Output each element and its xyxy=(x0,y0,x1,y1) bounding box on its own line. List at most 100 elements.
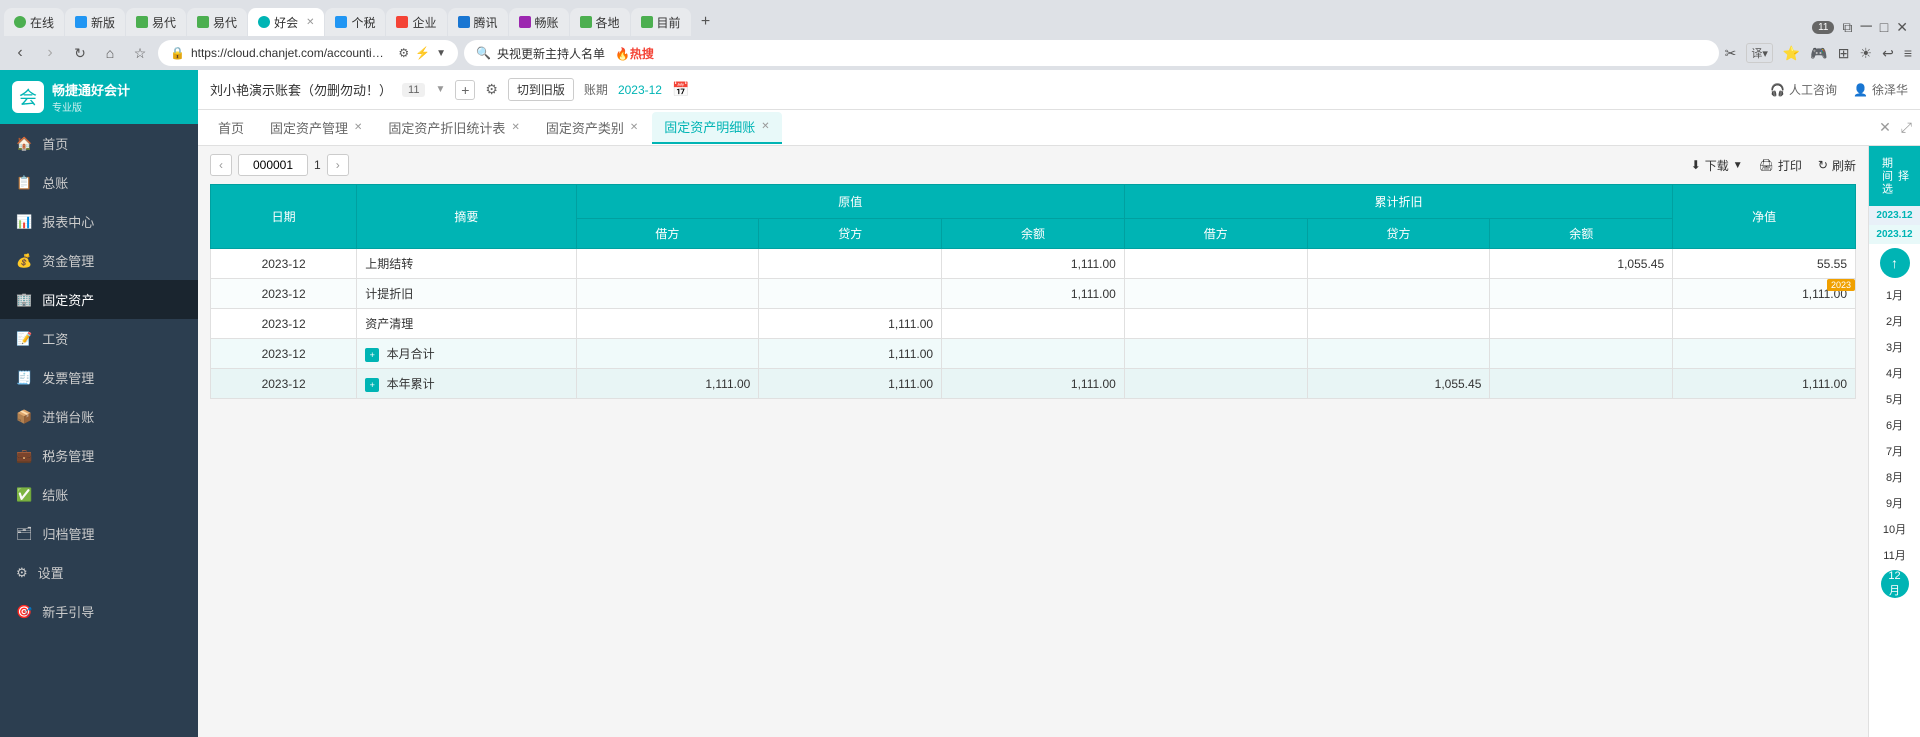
sidebar-item-home[interactable]: 🏠 首页 xyxy=(0,124,198,163)
game-icon[interactable]: 🎮 xyxy=(1810,45,1827,62)
period-sidebar: 期间选择 2023.12 2023.12 ↑ 1月 2月 3月 xyxy=(1868,146,1920,737)
cell-accum-debit-5 xyxy=(1124,369,1307,399)
browser-tab-yidai2[interactable]: 易代 xyxy=(187,8,247,36)
browser-tab-tencent[interactable]: 腾讯 xyxy=(448,8,508,36)
browser-tab-active[interactable]: 好会 ✕ xyxy=(248,8,324,36)
sidebar-item-purchase-sales[interactable]: 📦 进销台账 xyxy=(0,397,198,436)
browser-tab-muqian[interactable]: 目前 xyxy=(631,8,691,36)
tab-close-active[interactable]: ✕ xyxy=(306,17,314,28)
period-month-3[interactable]: 3月 xyxy=(1869,334,1920,360)
page-number-input[interactable] xyxy=(238,154,308,176)
account-dropdown-icon[interactable]: ▼ xyxy=(435,84,445,95)
scroll-top-btn[interactable]: ↑ xyxy=(1880,248,1910,278)
browser-tab-new[interactable]: 新版 xyxy=(65,8,125,36)
brightness-icon[interactable]: ☀ xyxy=(1860,45,1873,62)
refresh-content-btn[interactable]: ↻ 刷新 xyxy=(1818,157,1856,174)
bookmark-btn[interactable]: ☆ xyxy=(128,41,152,65)
cell-summary-4: + 本月合计 xyxy=(357,339,576,369)
period-month-5[interactable]: 5月 xyxy=(1869,386,1920,412)
sidebar-item-settings[interactable]: ⚙ 设置 xyxy=(0,553,198,592)
account-settings-icon[interactable]: ⚙ xyxy=(485,81,498,98)
browser-tab-tax[interactable]: 个税 xyxy=(325,8,385,36)
period-month-7[interactable]: 7月 xyxy=(1869,438,1920,464)
content-toolbar: ‹ 1 › ⬇ 下载 ▼ 🖨 打印 xyxy=(210,154,1856,176)
add-account-btn[interactable]: + xyxy=(455,80,475,100)
cell-summary-2: 计提折旧 xyxy=(357,279,576,309)
search-bar[interactable]: 🔍 央视更新主持人名单 🔥热搜 xyxy=(464,40,1719,66)
cell-orig-balance-4 xyxy=(942,339,1125,369)
address-bar: ‹ › ↻ ⌂ ☆ 🔒 https://cloud.chanjet.com/ac… xyxy=(0,36,1920,70)
cell-orig-credit-1 xyxy=(759,249,942,279)
cell-orig-balance-2: 1,111.00 xyxy=(942,279,1125,309)
refresh-nav-btn[interactable]: ↻ xyxy=(68,41,92,65)
download-btn[interactable]: ⬇ 下载 ▼ xyxy=(1691,157,1743,174)
sidebar-item-fixed-assets[interactable]: 🏢 固定资产 xyxy=(0,280,198,319)
tab-depreciation-stats[interactable]: 固定资产折旧统计表 ✕ xyxy=(376,112,531,144)
undo-icon[interactable]: ↩ xyxy=(1882,45,1894,62)
print-btn[interactable]: 🖨 打印 xyxy=(1759,157,1802,174)
period-year-display: 2023.12 xyxy=(1869,225,1920,244)
period-month-9[interactable]: 9月 xyxy=(1869,490,1920,516)
period-month-6[interactable]: 6月 xyxy=(1869,412,1920,438)
cell-orig-debit-3 xyxy=(576,309,759,339)
restore-window-icon[interactable]: ⧉ xyxy=(1842,19,1852,36)
sidebar-item-archive[interactable]: 🗂 归档管理 xyxy=(0,514,198,553)
prev-page-btn[interactable]: ‹ xyxy=(210,154,232,176)
close-tab-category[interactable]: ✕ xyxy=(630,122,638,133)
minimize-btn[interactable]: ─ xyxy=(1860,18,1871,36)
star-icon[interactable]: ⭐ xyxy=(1783,45,1800,62)
cell-net-value-2: 1,111.00 2023 xyxy=(1673,279,1856,309)
content-wrapper: ‹ 1 › ⬇ 下载 ▼ 🖨 打印 xyxy=(198,146,1920,737)
forward-btn[interactable]: › xyxy=(38,41,62,65)
new-tab-btn[interactable]: + xyxy=(692,8,720,36)
period-month-2[interactable]: 2月 xyxy=(1869,308,1920,334)
close-btn[interactable]: ✕ xyxy=(1896,19,1908,36)
user-menu[interactable]: 👤 徐泽华 xyxy=(1853,81,1908,98)
home-btn[interactable]: ⌂ xyxy=(98,41,122,65)
period-month-10[interactable]: 10月 xyxy=(1869,516,1920,542)
sidebar-item-invoice[interactable]: 🧾 发票管理 xyxy=(0,358,198,397)
sidebar-item-reports[interactable]: 📊 报表中心 xyxy=(0,202,198,241)
tab-fixed-assets-mgmt[interactable]: 固定资产管理 ✕ xyxy=(258,112,374,144)
expand-icon[interactable]: ⤢ xyxy=(1901,119,1912,136)
close-tab-fixed-assets-mgmt[interactable]: ✕ xyxy=(354,122,362,133)
switch-to-old-btn[interactable]: 切到旧版 xyxy=(508,78,574,101)
period-month-12[interactable]: 12月 xyxy=(1881,570,1909,598)
scissors-icon[interactable]: ✂ xyxy=(1725,45,1737,62)
grid-icon[interactable]: ⊞ xyxy=(1838,45,1850,62)
support-btn[interactable]: 🎧 人工咨询 xyxy=(1770,81,1837,98)
period-month-1[interactable]: 1月 xyxy=(1869,282,1920,308)
period-month-11[interactable]: 11月 xyxy=(1869,542,1920,568)
close-tab-detail[interactable]: ✕ xyxy=(761,121,769,132)
sidebar-item-tax[interactable]: 💼 税务管理 xyxy=(0,436,198,475)
sidebar-item-ledger[interactable]: 📋 总账 xyxy=(0,163,198,202)
dropdown-nav-icon[interactable]: ▼ xyxy=(436,48,446,59)
sidebar-item-close-books[interactable]: ✅ 结账 xyxy=(0,475,198,514)
menu-icon[interactable]: ≡ xyxy=(1904,45,1912,61)
tab-fixed-assets-category[interactable]: 固定资产类别 ✕ xyxy=(534,112,650,144)
tab-fixed-assets-detail[interactable]: 固定资产明细账 ✕ xyxy=(652,112,781,144)
translate-icon[interactable]: 译▾ xyxy=(1746,43,1773,63)
back-btn[interactable]: ‹ xyxy=(8,41,32,65)
browser-tab-yidai1[interactable]: 易代 xyxy=(126,8,186,36)
toolbar-right: ⬇ 下载 ▼ 🖨 打印 ↻ 刷新 xyxy=(1691,157,1856,174)
next-page-btn[interactable]: › xyxy=(327,154,349,176)
sidebar-item-funds[interactable]: 💰 资金管理 xyxy=(0,241,198,280)
sidebar-item-guide[interactable]: 🎯 新手引导 xyxy=(0,592,198,631)
close-tab-depreciation-stats[interactable]: ✕ xyxy=(511,122,519,133)
browser-tab-online[interactable]: 在线 xyxy=(4,8,64,36)
sidebar-item-payroll[interactable]: 📝 工资 xyxy=(0,319,198,358)
tab-home[interactable]: 首页 xyxy=(206,112,256,144)
browser-tab-enterprise[interactable]: 企业 xyxy=(386,8,446,36)
calendar-icon[interactable]: 📅 xyxy=(672,81,689,98)
browser-tab-chang[interactable]: 畅账 xyxy=(509,8,569,36)
maximize-btn[interactable]: □ xyxy=(1880,19,1888,35)
url-bar[interactable]: 🔒 https://cloud.chanjet.com/accounting/u… xyxy=(158,40,458,66)
browser-tab-gedi[interactable]: 各地 xyxy=(570,8,630,36)
page-tab-nav: 首页 固定资产管理 ✕ 固定资产折旧统计表 ✕ 固定资产类别 ✕ 固定资产明细账… xyxy=(198,110,1920,146)
period-value[interactable]: 2023-12 xyxy=(618,83,662,97)
period-month-8[interactable]: 8月 xyxy=(1869,464,1920,490)
period-month-4[interactable]: 4月 xyxy=(1869,360,1920,386)
site-info-icon[interactable]: ⚙ xyxy=(398,46,409,60)
close-all-tabs-icon[interactable]: ✕ xyxy=(1879,119,1891,136)
